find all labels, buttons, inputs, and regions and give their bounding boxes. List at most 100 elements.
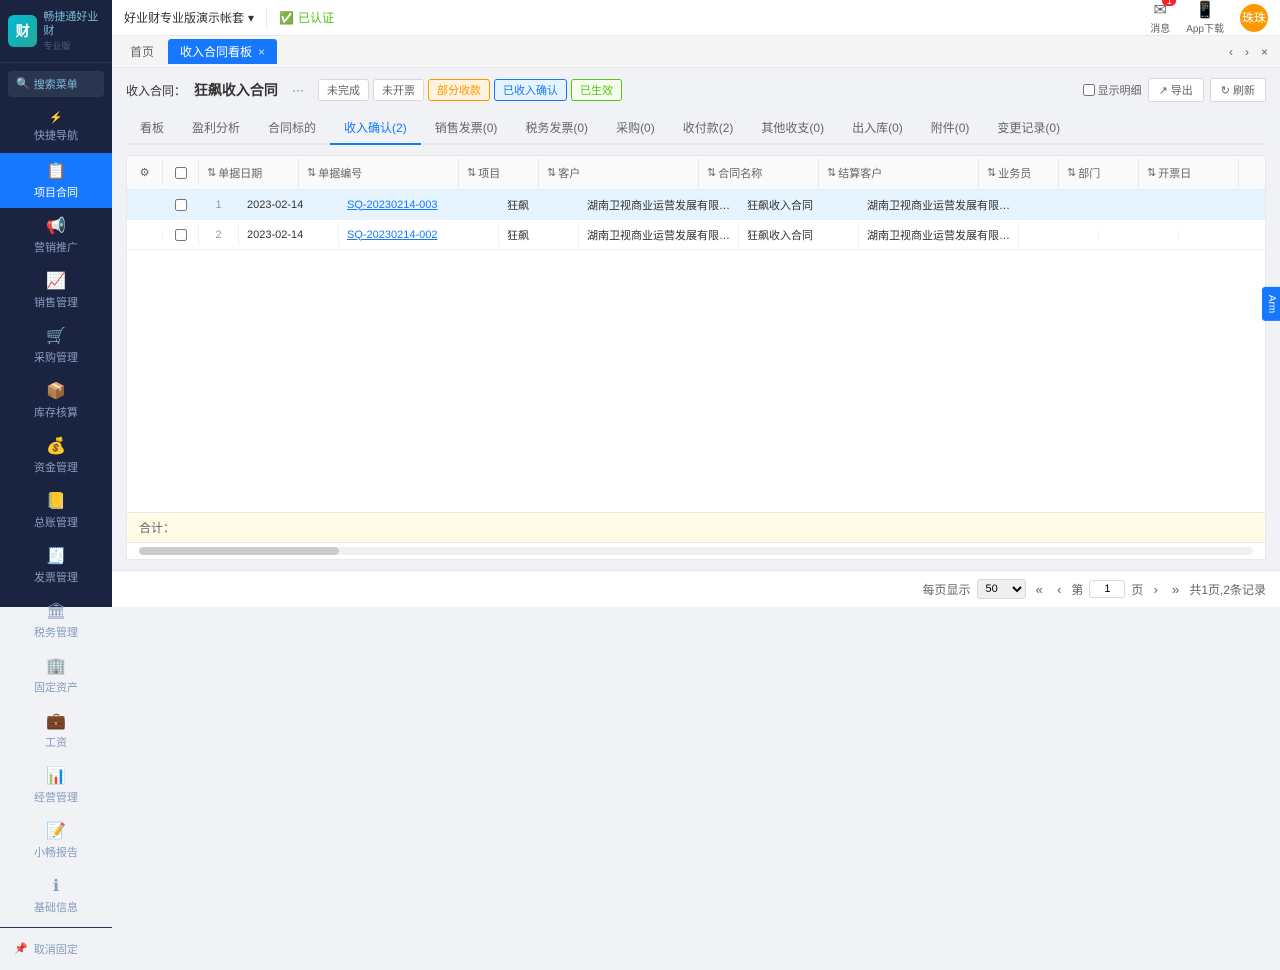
sidebar-item-工资[interactable]: 💼工资 (0, 703, 112, 758)
search-menu-button[interactable]: 🔍 搜索菜单 (8, 71, 104, 97)
message-button[interactable]: ✉ 1 消息 (1150, 0, 1170, 35)
more-button[interactable]: ··· (286, 81, 310, 99)
sidebar-icon: 💼 (46, 711, 66, 731)
show-detail-checkbox-label[interactable]: 显示明细 (1083, 82, 1142, 98)
sub-tab-其他收支0[interactable]: 其他收支(0) (747, 112, 838, 145)
settings-column-header[interactable]: ⚙ (127, 160, 163, 185)
tab-nav-right[interactable]: › (1241, 43, 1253, 61)
sidebar-icon: 🏛 (46, 601, 66, 621)
row-number-link[interactable]: SQ-20230214-003 (347, 199, 438, 211)
status-tag-未开票[interactable]: 未开票 (373, 79, 424, 101)
table-row[interactable]: 2 2023-02-14 SQ-20230214-002 狂飙 湖南卫视商业运营… (127, 220, 1265, 250)
sub-tabs: 看板盈利分析合同标的收入确认(2)销售发票(0)税务发票(0)采购(0)收付款(… (126, 112, 1266, 145)
app-download-button[interactable]: 📱 App下载 (1186, 0, 1224, 35)
sub-tab-销售发票0[interactable]: 销售发票(0) (421, 112, 512, 145)
sidebar-item-总账管理[interactable]: 📒总账管理 (0, 483, 112, 538)
sales-column-header[interactable]: ⇅业务员 (979, 159, 1059, 187)
sort-icon: ⇅ (207, 166, 216, 179)
topbar-right: ✉ 1 消息 📱 App下载 珠珠 (1150, 0, 1268, 35)
row-contract: 狂飙收入合同 (739, 222, 859, 248)
certified-label: 已认证 (298, 9, 334, 26)
contract-column-header[interactable]: ⇅合同名称 (699, 159, 819, 187)
number-column-header[interactable]: ⇅单据编号 (299, 159, 459, 187)
sub-tab-变更记录0[interactable]: 变更记录(0) (983, 112, 1074, 145)
sidebar-item-库存核算[interactable]: 📦库存核算 (0, 373, 112, 428)
customer-column-header[interactable]: ⇅客户 (539, 159, 699, 187)
sidebar-item-发票管理[interactable]: 🧾发票管理 (0, 538, 112, 593)
download-icon: 📱 (1195, 0, 1215, 20)
logo-text-area: 畅捷通好业财 专业版 (43, 10, 104, 52)
active-tab[interactable]: 收入合同看板 × (168, 39, 277, 64)
row-number[interactable]: SQ-20230214-002 (339, 224, 499, 246)
sidebar-item-税务管理[interactable]: 🏛税务管理 (0, 593, 112, 648)
row-date: 2023-02-14 (239, 194, 339, 216)
export-button[interactable]: ↗ 导出 (1148, 78, 1204, 102)
sub-tab-收入确认2[interactable]: 收入确认(2) (330, 112, 421, 145)
page-header: 收入合同： 狂飙收入合同 ··· 未完成未开票部分收款已收入确认已生效 显示明细… (126, 78, 1266, 102)
last-page-button[interactable]: » (1168, 580, 1183, 599)
user-avatar[interactable]: 珠珠 (1240, 4, 1268, 32)
sub-tab-附件0[interactable]: 附件(0) (917, 112, 984, 145)
row-number[interactable]: SQ-20230214-003 (339, 194, 499, 216)
tab-nav-left[interactable]: ‹ (1225, 43, 1237, 61)
sidebar-label: 营销推广 (34, 239, 78, 255)
date-column-header[interactable]: ⇅单据日期 (199, 159, 299, 187)
opendate-column-header[interactable]: ⇅开票日 (1139, 159, 1239, 187)
row-check[interactable] (163, 194, 199, 216)
sub-tab-收付款2[interactable]: 收付款(2) (669, 112, 748, 145)
row-project: 狂飙 (499, 222, 579, 248)
sort-icon-open: ⇅ (1147, 166, 1156, 179)
prev-page-button[interactable]: ‹ (1053, 580, 1065, 599)
sidebar-item-资金管理[interactable]: 💰资金管理 (0, 428, 112, 483)
first-page-button[interactable]: « (1032, 580, 1047, 599)
sidebar-item-基础信息[interactable]: ℹ基础信息 (0, 868, 112, 923)
status-tag-部分收款[interactable]: 部分收款 (428, 79, 490, 101)
sub-tab-出入库0[interactable]: 出入库(0) (838, 112, 917, 145)
tabbar: 首页 收入合同看板 × ‹ › × (112, 36, 1280, 68)
row-check[interactable] (163, 224, 199, 246)
sidebar-item-固定资产[interactable]: 🏢固定资产 (0, 648, 112, 703)
status-tag-已生效[interactable]: 已生效 (571, 79, 622, 101)
page-number-input[interactable] (1089, 580, 1125, 598)
tab-nav-close[interactable]: × (1257, 43, 1272, 61)
row-checkbox[interactable] (175, 199, 187, 211)
sub-tab-看板[interactable]: 看板 (126, 112, 178, 145)
show-detail-checkbox[interactable] (1083, 84, 1095, 96)
dept-column-header[interactable]: ⇅部门 (1059, 159, 1139, 187)
project-column-header[interactable]: ⇅项目 (459, 159, 539, 187)
next-page-button[interactable]: › (1149, 580, 1161, 599)
status-tag-已收入确认[interactable]: 已收入确认 (494, 79, 567, 101)
sub-tab-采购0[interactable]: 采购(0) (602, 112, 669, 145)
row-date: 2023-02-14 (239, 224, 339, 246)
sidebar-item-小畅报告[interactable]: 📝小畅报告 (0, 813, 112, 868)
company-selector[interactable]: 好业财专业版演示帐套 ▾ (124, 9, 254, 26)
unpin-button[interactable]: 📌 取消固定 (8, 936, 104, 962)
sub-tab-合同标的[interactable]: 合同标的 (254, 112, 330, 145)
row-number-link[interactable]: SQ-20230214-002 (347, 229, 438, 241)
row-opendate (1179, 230, 1265, 240)
row-customer: 湖南卫视商业运营发展有限公司 (579, 192, 739, 218)
row-contract: 狂飙收入合同 (739, 192, 859, 218)
close-tab-button[interactable]: × (258, 45, 265, 59)
select-all-checkbox[interactable] (175, 167, 187, 179)
status-tag-未完成[interactable]: 未完成 (318, 79, 369, 101)
refresh-button[interactable]: ↻ 刷新 (1210, 78, 1266, 102)
horizontal-scrollbar[interactable] (127, 542, 1265, 559)
sub-tab-盈利分析[interactable]: 盈利分析 (178, 112, 254, 145)
sidebar-item-营销推广[interactable]: 📢营销推广 (0, 208, 112, 263)
quick-nav-icon: ⚡ (49, 111, 63, 124)
sidebar-item-经营管理[interactable]: 📊经营管理 (0, 758, 112, 813)
right-float-button[interactable]: Arm (1262, 286, 1280, 320)
row-checkbox[interactable] (175, 229, 187, 241)
settle-column-header[interactable]: ⇅结算客户 (819, 159, 979, 187)
sort-icon-sales: ⇅ (987, 166, 996, 179)
per-page-select[interactable]: 50 100 200 (977, 579, 1026, 599)
sidebar-item-项目合同[interactable]: 📋项目合同 (0, 153, 112, 208)
quick-nav-item[interactable]: ⚡ 快捷导航 (0, 105, 112, 149)
sidebar-item-采购管理[interactable]: 🛒采购管理 (0, 318, 112, 373)
home-tab[interactable]: 首页 (120, 39, 164, 64)
sub-tab-税务发票0[interactable]: 税务发票(0) (511, 112, 602, 145)
table-row[interactable]: 1 2023-02-14 SQ-20230214-003 狂飙 湖南卫视商业运营… (127, 190, 1265, 220)
sidebar-label: 库存核算 (34, 404, 78, 420)
sidebar-item-销售管理[interactable]: 📈销售管理 (0, 263, 112, 318)
